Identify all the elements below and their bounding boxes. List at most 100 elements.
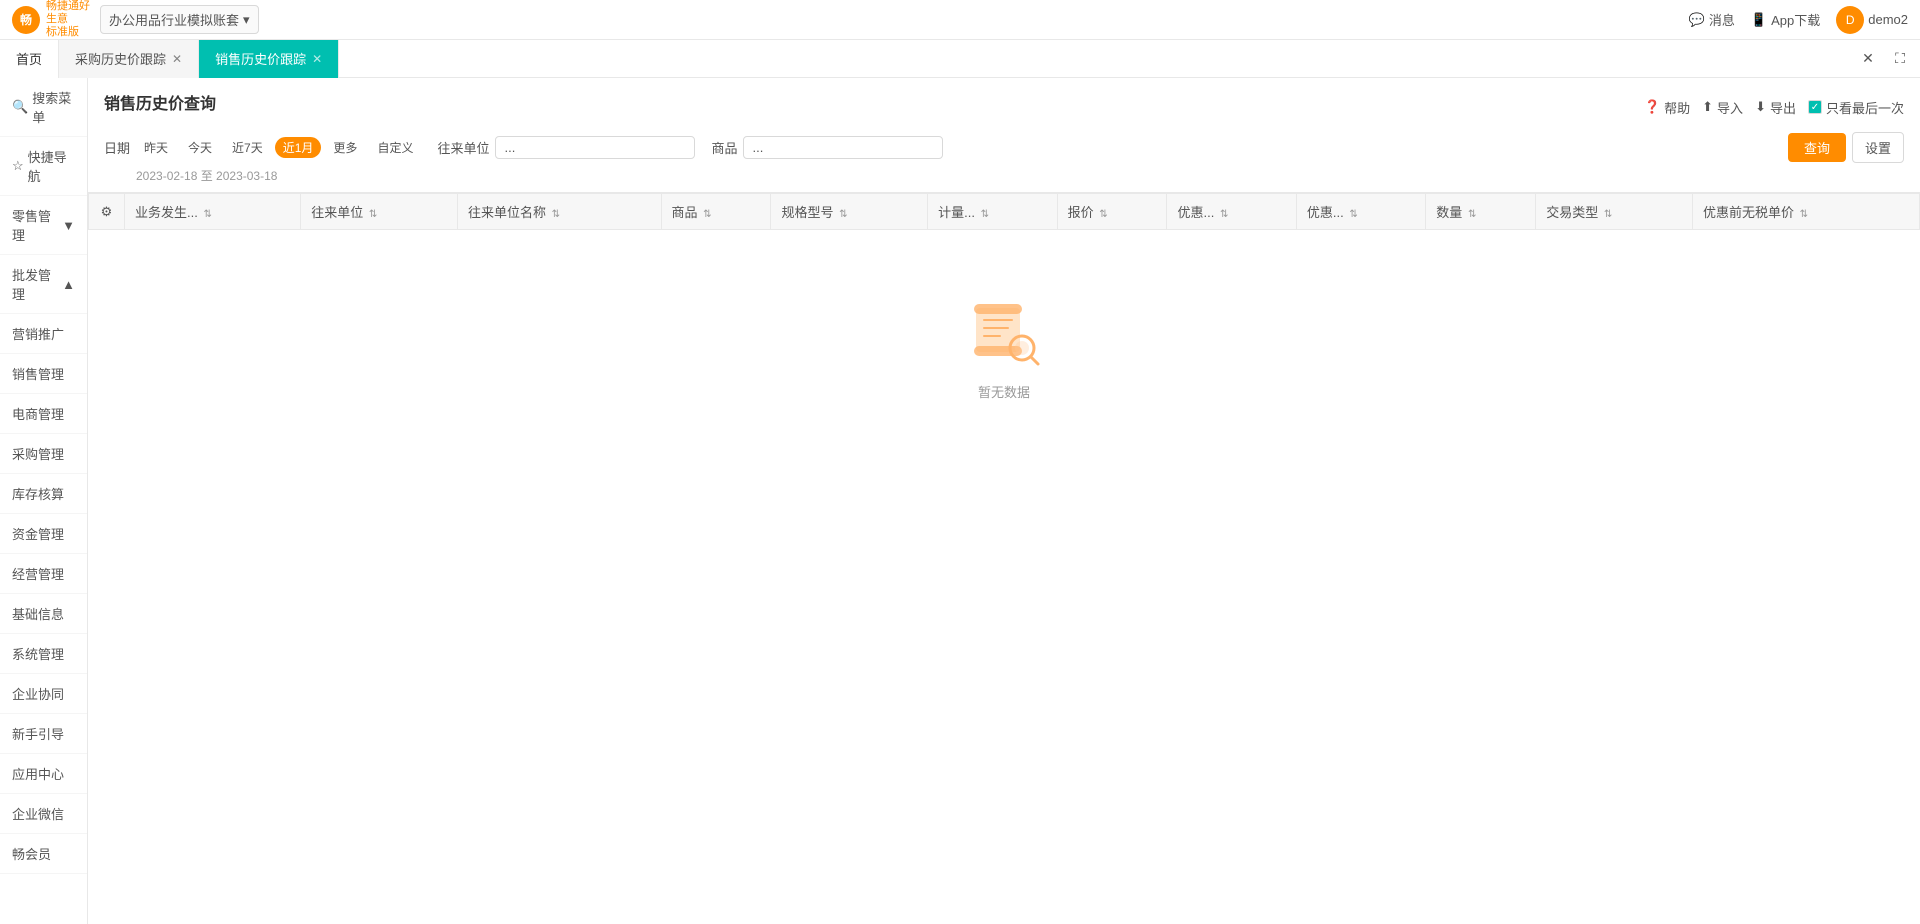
chevron-down-icon: ▾ — [243, 12, 250, 28]
th-spec[interactable]: 规格型号 ⇅ — [771, 194, 928, 230]
sidebar-item-system[interactable]: 系统管理 — [0, 634, 87, 674]
sidebar-item-inventory[interactable]: 库存核算 — [0, 474, 87, 514]
only-last-checkbox[interactable]: ✓ 只看最后一次 — [1808, 98, 1904, 117]
help-button[interactable]: ❓ 帮助 — [1644, 98, 1690, 117]
import-icon: ⬆ — [1702, 99, 1713, 115]
th-partner-code[interactable]: 往来单位 ⇅ — [301, 194, 458, 230]
sidebar-item-member[interactable]: 畅会员 — [0, 834, 87, 874]
sidebar-item-guide[interactable]: 新手引导 — [0, 714, 87, 754]
star-icon: ☆ — [12, 158, 24, 174]
sidebar-item-quick-nav[interactable]: ☆ 快捷导航 — [0, 137, 87, 196]
tab-home[interactable]: 首页 — [0, 40, 59, 78]
sidebar-item-search-menu[interactable]: 🔍 搜索菜单 — [0, 78, 87, 137]
th-discount2[interactable]: 优惠... ⇅ — [1296, 194, 1425, 230]
date-option-today[interactable]: 今天 — [180, 137, 220, 158]
date-option-yesterday[interactable]: 昨天 — [136, 137, 176, 158]
sidebar-item-operations[interactable]: 经营管理 — [0, 554, 87, 594]
th-unit[interactable]: 计量... ⇅ — [928, 194, 1057, 230]
logo-area: 畅 畅捷通好生意 标准版 — [12, 0, 92, 39]
app-selector[interactable]: 办公用品行业模拟账套 ▾ — [100, 5, 259, 34]
page-title: 销售历史价查询 — [104, 90, 216, 114]
sidebar-item-wholesale[interactable]: 批发管理 ▲ — [0, 255, 87, 314]
sidebar-item-basic-info[interactable]: 基础信息 — [0, 594, 87, 634]
sidebar-item-app-center[interactable]: 应用中心 — [0, 754, 87, 794]
export-button[interactable]: ⬇ 导出 — [1755, 98, 1796, 117]
settings-button[interactable]: 设置 — [1852, 132, 1904, 163]
sidebar-item-purchase[interactable]: 采购管理 — [0, 434, 87, 474]
logo-text: 畅捷通好生意 标准版 — [46, 0, 92, 39]
close-sales-tab-icon[interactable]: ✕ — [312, 52, 322, 66]
tab-actions: ✕ ⛶ — [1856, 47, 1920, 71]
sort-icon: ⇅ — [1800, 209, 1808, 220]
date-label: 日期 — [104, 138, 130, 157]
date-option-custom[interactable]: 自定义 — [369, 137, 421, 158]
sidebar-item-ecommerce[interactable]: 电商管理 — [0, 394, 87, 434]
partner-input[interactable]: ... — [495, 136, 695, 159]
logo-icon: 畅 — [12, 6, 40, 34]
sort-icon: ⇅ — [203, 209, 211, 220]
page-header: 销售历史价查询 ❓ 帮助 ⬆ 导入 ⬇ 导出 ✓ — [88, 78, 1920, 193]
close-purchase-tab-icon[interactable]: ✕ — [172, 52, 182, 66]
th-quantity[interactable]: 数量 ⇅ — [1426, 194, 1536, 230]
sidebar-item-enterprise-wechat[interactable]: 企业微信 — [0, 794, 87, 834]
sort-icon: ⇅ — [1220, 209, 1228, 220]
sort-icon: ⇅ — [369, 209, 377, 220]
product-label: 商品 — [711, 138, 737, 157]
download-icon: 📱 — [1751, 12, 1767, 28]
tab-bar: 首页 采购历史价跟踪 ✕ 销售历史价跟踪 ✕ ✕ ⛶ — [0, 40, 1920, 78]
maximize-button[interactable]: ⛶ — [1888, 47, 1912, 71]
sidebar-item-marketing[interactable]: 营销推广 — [0, 314, 87, 354]
date-option-last1m[interactable]: 近1月 — [275, 137, 322, 158]
sort-icon: ⇅ — [1468, 209, 1476, 220]
table-header-row: ⚙ 业务发生... ⇅ 往来单位 ⇅ 往来单位名称 ⇅ — [89, 194, 1920, 230]
partner-filter: 往来单位 ... — [437, 136, 695, 159]
sidebar-item-finance[interactable]: 资金管理 — [0, 514, 87, 554]
import-button[interactable]: ⬆ 导入 — [1702, 98, 1743, 117]
empty-illustration — [964, 290, 1044, 370]
partner-input-dots: ... — [504, 140, 515, 155]
product-input[interactable]: ... — [743, 136, 943, 159]
data-table: ⚙ 业务发生... ⇅ 往来单位 ⇅ 往来单位名称 ⇅ — [88, 193, 1920, 230]
date-option-last7[interactable]: 近7天 — [224, 137, 271, 158]
message-icon: 💬 — [1689, 12, 1705, 28]
date-range-display: 2023-02-18 至 2023-03-18 — [136, 167, 1904, 192]
top-bar-right: 💬 消息 📱 App下载 D demo2 — [1689, 6, 1908, 34]
th-product[interactable]: 商品 ⇅ — [661, 194, 771, 230]
product-filter: 商品 ... — [711, 136, 943, 159]
user-avatar-area[interactable]: D demo2 — [1836, 6, 1908, 34]
partner-label: 往来单位 — [437, 138, 489, 157]
sort-icon: ⇅ — [839, 209, 847, 220]
date-options: 昨天 今天 近7天 近1月 更多 自定义 — [136, 137, 421, 158]
close-all-tabs-button[interactable]: ✕ — [1856, 47, 1880, 71]
avatar: D — [1836, 6, 1864, 34]
app-download-button[interactable]: 📱 App下载 — [1751, 10, 1820, 29]
date-filter: 日期 昨天 今天 近7天 近1月 更多 自定义 — [104, 137, 421, 158]
checkbox-icon: ✓ — [1808, 100, 1822, 114]
empty-text: 暂无数据 — [978, 382, 1030, 401]
expand-icon: ▼ — [62, 218, 75, 233]
tab-sales[interactable]: 销售历史价跟踪 ✕ — [199, 40, 339, 78]
sidebar-item-retail[interactable]: 零售管理 ▼ — [0, 196, 87, 255]
th-partner-name[interactable]: 往来单位名称 ⇅ — [457, 194, 661, 230]
top-bar: 畅 畅捷通好生意 标准版 办公用品行业模拟账套 ▾ 💬 消息 📱 App下载 D… — [0, 0, 1920, 40]
th-trade-type[interactable]: 交易类型 ⇅ — [1536, 194, 1693, 230]
sidebar-item-enterprise[interactable]: 企业协同 — [0, 674, 87, 714]
query-button[interactable]: 查询 — [1788, 133, 1846, 162]
table-container: ⚙ 业务发生... ⇅ 往来单位 ⇅ 往来单位名称 ⇅ — [88, 193, 1920, 924]
empty-state: 暂无数据 — [88, 230, 1920, 461]
th-price[interactable]: 报价 ⇅ — [1057, 194, 1167, 230]
th-business-date[interactable]: 业务发生... ⇅ — [125, 194, 301, 230]
th-settings[interactable]: ⚙ — [89, 194, 125, 230]
sort-icon: ⇅ — [1604, 209, 1612, 220]
sort-icon: ⇅ — [1349, 209, 1357, 220]
th-pretax-price[interactable]: 优惠前无税单价 ⇅ — [1692, 194, 1919, 230]
tab-purchase[interactable]: 采购历史价跟踪 ✕ — [59, 40, 199, 78]
message-button[interactable]: 💬 消息 — [1689, 10, 1735, 29]
th-discount1[interactable]: 优惠... ⇅ — [1167, 194, 1296, 230]
help-icon: ❓ — [1644, 99, 1660, 115]
date-option-more[interactable]: 更多 — [325, 137, 365, 158]
sidebar-item-sales-mgmt[interactable]: 销售管理 — [0, 354, 87, 394]
purchase-tab-label: 采购历史价跟踪 — [75, 49, 166, 68]
main-layout: 🔍 搜索菜单 ☆ 快捷导航 零售管理 ▼ 批发管理 ▲ 营销推广 销售管理 电商… — [0, 78, 1920, 924]
search-icon: 🔍 — [12, 99, 28, 115]
